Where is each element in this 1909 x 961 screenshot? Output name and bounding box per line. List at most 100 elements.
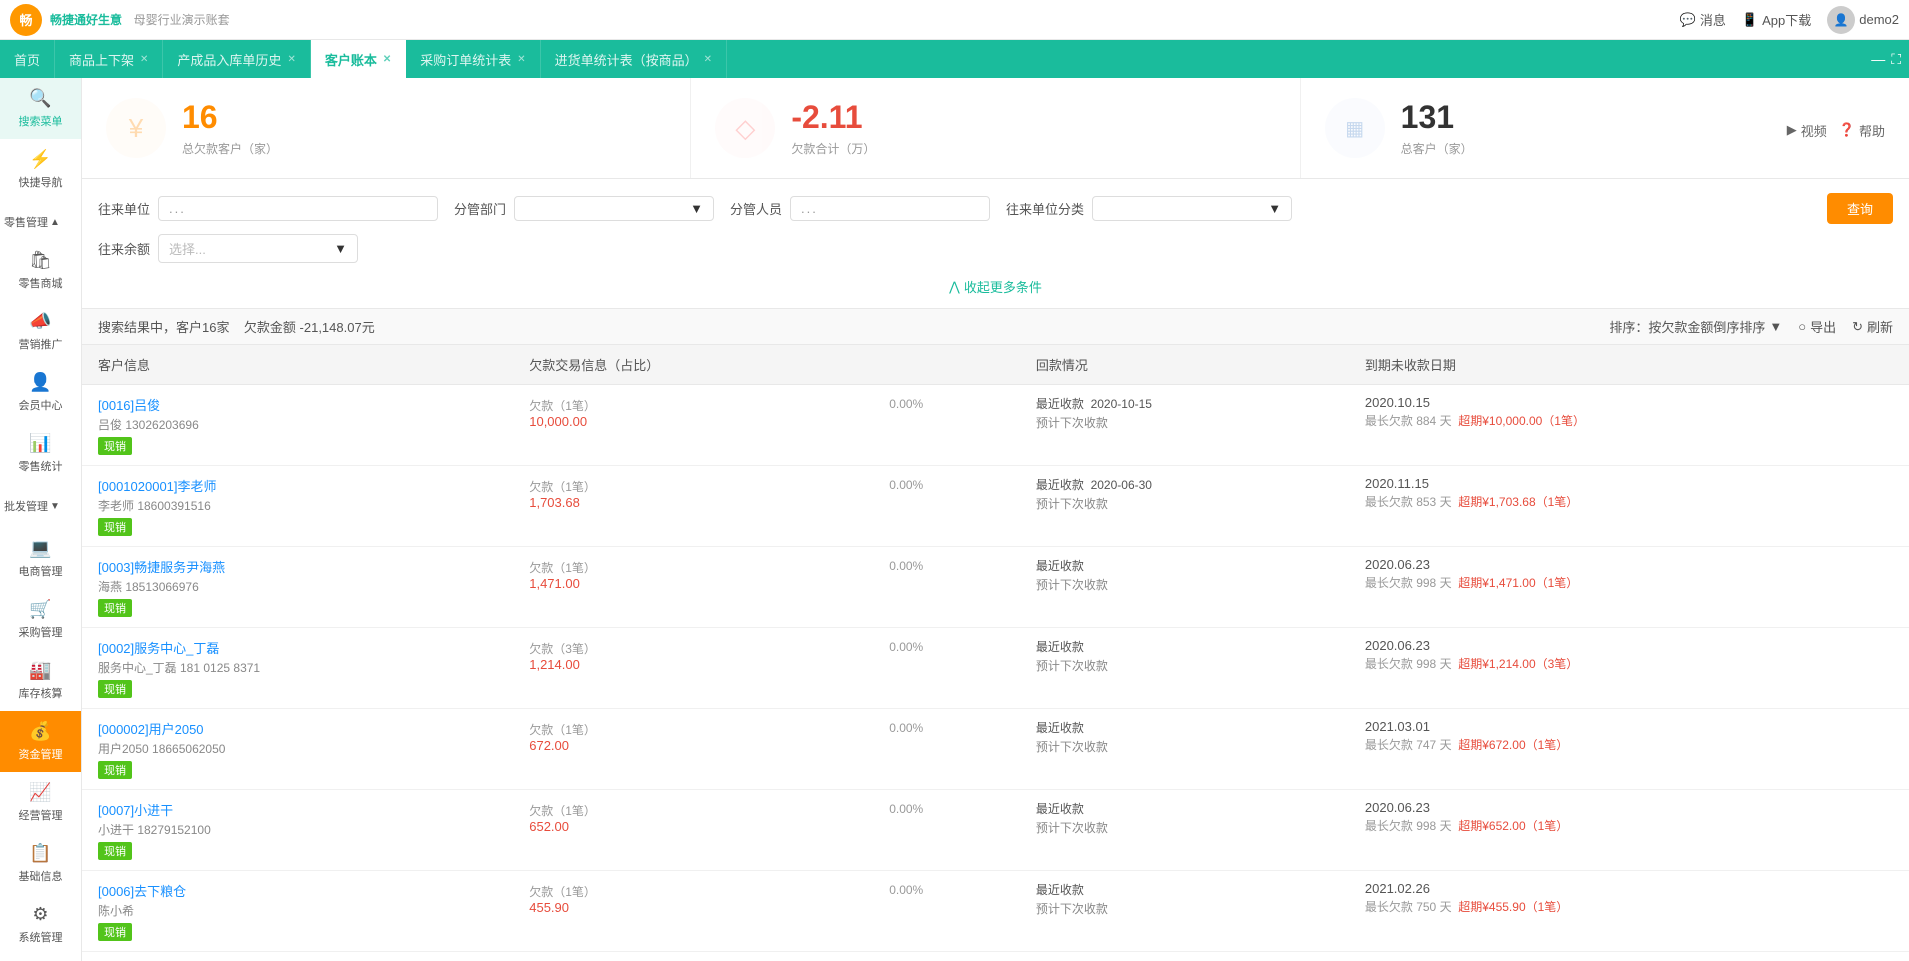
th-expiry: 到期未收款日期 [1349,345,1909,385]
tab-purchase-order[interactable]: 采购订单统计表 ✕ [406,40,540,78]
next-payment-label: 预计下次收款 [1036,414,1333,431]
dept-arrow-icon: ▼ [690,201,703,216]
sidebar-item-search[interactable]: 🔍 搜索菜单 [0,78,81,139]
app-download-btn[interactable]: 📱 App下载 [1742,10,1811,29]
minimize-icon[interactable]: — [1871,51,1885,67]
debt-amount[interactable]: 672.00 [529,738,857,753]
message-btn[interactable]: 💬 消息 [1680,10,1726,29]
expiry-date-value: 2020.10.15 [1365,395,1893,410]
table-row: [0003]畅捷服务尹海燕 海燕 18513066976 现销 欠款（1笔） 1… [82,547,1909,628]
logo-icon: 畅 [10,4,42,36]
customer-name-link[interactable]: [0003]畅捷服务尹海燕 [98,557,497,576]
refresh-btn[interactable]: ↻ 刷新 [1852,317,1893,336]
debt-amount[interactable]: 1,703.68 [529,495,857,510]
tab-purchase-stat[interactable]: 进货单统计表（按商品） ✕ [541,40,727,78]
expiry-date-value: 2020.06.23 [1365,800,1893,815]
sidebar-item-finance[interactable]: 💰 资金管理 [0,711,81,772]
customer-name-link[interactable]: [0016]吕俊 [98,395,497,414]
sidebar-item-inventory[interactable]: 🏭 库存核算 [0,650,81,711]
customer-info-cell: [0003]畅捷服务尹海燕 海燕 18513066976 现销 [82,547,513,628]
stat-icon: 📊 [29,433,51,454]
expiry-date-value: 2020.11.15 [1365,476,1893,491]
help-btn[interactable]: ❓ 帮助 [1839,121,1885,140]
customer-name-link[interactable]: [0006]去下粮仓 [98,881,497,900]
debt-amount[interactable]: 1,471.00 [529,576,857,591]
recovery-cell: 最近收款 预计下次收款 [1020,790,1349,871]
customer-name-link[interactable]: [000002]用户2050 [98,719,497,738]
filter-unit-input[interactable]: ... [158,196,438,221]
customer-name-link[interactable]: [0002]服务中心_丁磊 [98,638,497,657]
overdue-amount-link[interactable]: 超期¥1,214.00（3笔） [1458,657,1578,671]
result-bar: 搜索结果中，客户16家 欠款金额 -21,148.07元 排序：按欠款金额倒序排… [82,309,1909,345]
debt-amount[interactable]: 1,214.00 [529,657,857,672]
sidebar-item-retail-stat[interactable]: 📊 零售统计 [0,423,81,484]
recovery-cell: 最近收款 2020-06-30 预计下次收款 [1020,466,1349,547]
sidebar-item-member[interactable]: 👤 会员中心 [0,362,81,423]
sidebar-item-retail-mgmt[interactable]: 零售管理 ▲ [0,204,81,240]
filter-category: 往来单位分类 ▼ [1006,196,1292,221]
amount-info: -2.11 欠款合计（万） [791,99,875,157]
operations-icon: 📈 [29,782,51,803]
tab-close-icon[interactable]: ✕ [704,54,712,65]
debt-amount[interactable]: 455.90 [529,900,857,915]
debt-amount[interactable]: 10,000.00 [529,414,857,429]
sidebar-item-basic-info[interactable]: 📋 基础信息 [0,833,81,894]
filter-balance-select[interactable]: 选择... ▼ [158,234,358,263]
tab-product-history[interactable]: 产成品入库单历史 ✕ [163,40,310,78]
user-menu[interactable]: 👤 demo2 [1827,6,1899,34]
export-btn[interactable]: ○ 导出 [1798,317,1836,336]
tab-home[interactable]: 首页 [0,40,55,78]
sidebar-item-quick-nav[interactable]: ⚡ 快捷导航 [0,139,81,200]
customer-info-cell: [0001020001]李老师 李老师 18600391516 现销 [82,466,513,547]
overdue-amount-link[interactable]: 超期¥10,000.00（1笔） [1458,414,1585,428]
debt-amount[interactable]: 652.00 [529,819,857,834]
tab-close-icon[interactable]: ✕ [287,54,295,65]
sidebar-item-marketing[interactable]: 📣 营销推广 [0,301,81,362]
table-header-row: 客户信息 欠款交易信息（占比） 回款情况 到期未收款日期 [82,345,1909,385]
sidebar-item-system[interactable]: ⚙ 系统管理 [0,894,81,955]
overdue-amount-link[interactable]: 超期¥652.00（1笔） [1458,819,1568,833]
filter-person-input[interactable]: ... [790,196,990,221]
tab-close-icon[interactable]: ✕ [140,54,148,65]
video-btn[interactable]: ▶ 视频 [1787,121,1827,140]
table-row: [000002]用户2050 用户2050 18665062050 现销 欠款（… [82,709,1909,790]
top-bar-right: 💬 消息 📱 App下载 👤 demo2 [1680,6,1899,34]
overdue-amount-link[interactable]: 超期¥672.00（1笔） [1458,738,1568,752]
debtors-info: 16 总欠款客户（家） [182,99,278,157]
overdue-amount-link[interactable]: 超期¥455.90（1笔） [1458,900,1568,914]
filter-category-select[interactable]: ▼ [1092,196,1292,221]
customer-name-link[interactable]: [0007]小进干 [98,800,497,819]
tab-close-icon[interactable]: ✕ [383,54,391,65]
quick-nav-icon: ⚡ [29,149,51,170]
customer-info-cell: [0006]去下粮仓 陈小希 现销 [82,871,513,952]
tab-customer-account[interactable]: 客户账本 ✕ [311,40,406,78]
summary-actions: ▶ 视频 ❓ 帮助 [1787,117,1885,140]
overdue-amount-link[interactable]: 超期¥1,703.68（1笔） [1458,495,1578,509]
filter-dept-select[interactable]: ▼ [514,196,714,221]
sidebar-item-ecommerce[interactable]: 💻 电商管理 [0,528,81,589]
tab-product-off[interactable]: 商品上下架 ✕ [55,40,163,78]
sidebar-item-operations[interactable]: 📈 经营管理 [0,772,81,833]
sort-select[interactable]: 排序：按欠款金额倒序排序 ▼ [1609,317,1782,336]
maximize-icon[interactable]: ⛶ [1891,51,1901,68]
debt-ratio-cell: 0.00% [873,466,1020,547]
filter-dept-label: 分管部门 [454,199,506,218]
main-layout: 🔍 搜索菜单 ⚡ 快捷导航 零售管理 ▲ 🛍 零售商城 📣 营销推广 👤 会员中… [0,78,1909,961]
sidebar-item-enterprise[interactable]: 🤝 企业协同 [0,955,81,961]
sidebar-item-batch-mgmt[interactable]: 批发管理 ▼ [0,488,81,524]
debt-percent: 0.00% [889,640,1004,654]
collapse-icon: ⋀ [949,279,960,295]
search-button[interactable]: 查询 [1827,193,1893,224]
debt-info-cell: 欠款（1笔） 652.00 [513,790,873,871]
debt-label: 欠款（1笔） [529,721,857,738]
tab-close-icon[interactable]: ✕ [517,54,525,65]
member-icon: 👤 [29,372,51,393]
debt-percent: 0.00% [889,721,1004,735]
customer-name-link[interactable]: [0001020001]李老师 [98,476,497,495]
marketing-icon: 📣 [29,311,51,332]
collapse-filter-btn[interactable]: ⋀ 收起更多条件 [98,273,1893,300]
amount-label: 欠款合计（万） [791,140,875,157]
sidebar-item-purchase[interactable]: 🛒 采购管理 [0,589,81,650]
sidebar-item-retail-mall[interactable]: 🛍 零售商城 [0,240,81,301]
overdue-amount-link[interactable]: 超期¥1,471.00（1笔） [1458,576,1578,590]
